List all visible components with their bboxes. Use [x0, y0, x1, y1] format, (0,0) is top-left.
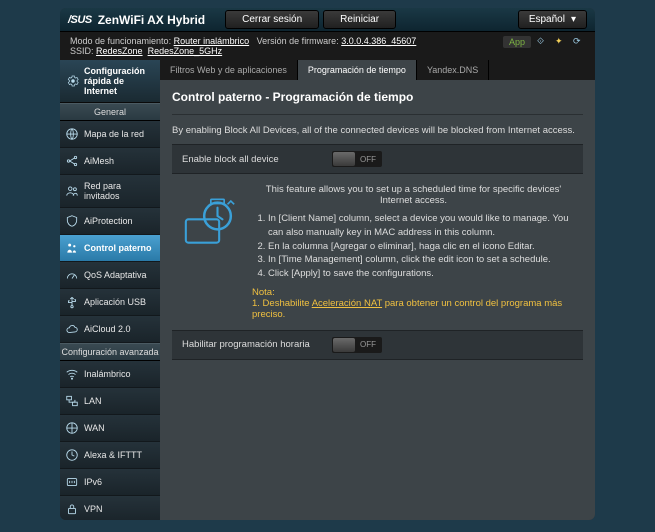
globe-icon	[65, 421, 79, 435]
ssid-label: SSID:	[70, 46, 94, 56]
ssid2[interactable]: RedesZone_5GHz	[148, 46, 223, 56]
wifi-icon	[65, 367, 79, 381]
lan-icon	[65, 394, 79, 408]
nat-accel-link[interactable]: Aceleración NAT	[312, 298, 382, 309]
model-name: ZenWiFi AX Hybrid	[98, 13, 205, 27]
family-icon	[65, 241, 79, 255]
info-bar: Modo de funcionamiento: Router inalámbri…	[60, 32, 595, 60]
tab-webfilters[interactable]: Filtros Web y de aplicaciones	[160, 60, 298, 80]
toggle-state: OFF	[360, 155, 376, 164]
nav-label: AiProtection	[84, 216, 133, 226]
fw-value[interactable]: 3.0.0.4.386_45607	[341, 36, 416, 46]
nav-aicloud[interactable]: AiCloud 2.0	[60, 316, 160, 343]
toggle-state: OFF	[360, 340, 376, 349]
nav-label: Mapa de la red	[84, 129, 144, 139]
tab-yandex[interactable]: Yandex.DNS	[417, 60, 489, 80]
users-icon	[65, 184, 79, 198]
quick-setup-button[interactable]: Configuración rápida de Internet	[60, 60, 160, 103]
nav-parental[interactable]: Control paterno	[60, 235, 160, 262]
toggle-knob	[333, 338, 355, 352]
sidebar: Configuración rápida de Internet General…	[60, 60, 160, 520]
top-bar: /SUS ZenWiFi AX Hybrid Cerrar sesión Rei…	[60, 8, 595, 32]
nav-aiprotection[interactable]: AiProtection	[60, 208, 160, 235]
tabs: Filtros Web y de aplicaciones Programaci…	[160, 60, 595, 80]
feature-box: This feature allows you to set up a sche…	[172, 174, 583, 330]
chevron-down-icon: ▾	[571, 14, 576, 25]
toggle-block-all[interactable]: OFF	[332, 151, 382, 167]
usb-icon[interactable]: ✦	[555, 36, 567, 48]
nav-label: Red para invitados	[84, 181, 155, 201]
row-label: Enable block all device	[182, 154, 332, 165]
brand-logo: /SUS	[68, 14, 92, 26]
page-title: Control paterno - Programación de tiempo	[172, 90, 583, 104]
note-label: Nota:	[252, 287, 275, 298]
fw-label: Versión de firmware:	[257, 36, 339, 46]
reboot-button[interactable]: Reiniciar	[323, 10, 396, 29]
gear-icon	[66, 74, 80, 88]
cloud-icon	[65, 322, 79, 336]
section-advanced: Configuración avanzada	[60, 343, 160, 361]
mode-label: Modo de funcionamiento:	[70, 36, 171, 46]
nav-label: AiMesh	[84, 156, 114, 166]
refresh-icon[interactable]: ⟳	[573, 36, 585, 48]
lock-icon	[65, 502, 79, 516]
gauge-icon	[65, 268, 79, 282]
usb-icon	[65, 295, 79, 309]
nav-label: QoS Adaptativa	[84, 270, 147, 280]
nav-aimesh[interactable]: AiMesh	[60, 148, 160, 175]
link-icon[interactable]: ⟐	[537, 36, 549, 48]
row-enable-schedule: Habilitar programación horaria OFF	[172, 330, 583, 360]
nav-label: IPv6	[84, 477, 102, 487]
toggle-knob	[333, 152, 355, 166]
row-block-all: Enable block all device OFF	[172, 144, 583, 174]
nav-label: WAN	[84, 423, 105, 433]
language-label: Español	[529, 14, 565, 25]
mesh-icon	[65, 154, 79, 168]
nav-label: Inalámbrico	[84, 369, 131, 379]
nav-label: Control paterno	[84, 243, 152, 253]
voice-icon	[65, 448, 79, 462]
nav-wan[interactable]: WAN	[60, 415, 160, 442]
nav-label: AiCloud 2.0	[84, 324, 131, 334]
note-prefix: 1. Deshabilite	[252, 298, 312, 309]
step-3: In [Time Management] column, click the e…	[268, 253, 575, 267]
page-desc: By enabling Block All Devices, all of th…	[172, 125, 583, 136]
note: Nota: 1. Deshabilite Aceleración NAT par…	[252, 287, 575, 320]
nav-ipv6[interactable]: IPv6	[60, 469, 160, 496]
nav-vpn[interactable]: VPN	[60, 496, 160, 520]
steps-list: In [Client Name] column, select a device…	[268, 212, 575, 281]
feature-intro: This feature allows you to set up a sche…	[252, 184, 575, 206]
step-2: En la columna [Agregar o eliminar], haga…	[268, 240, 575, 254]
quick-setup-label: Configuración rápida de Internet	[84, 66, 154, 96]
nav-qos[interactable]: QoS Adaptativa	[60, 262, 160, 289]
toggle-enable-schedule[interactable]: OFF	[332, 337, 382, 353]
nav-label: LAN	[84, 396, 102, 406]
row-label: Habilitar programación horaria	[182, 339, 332, 350]
mode-value[interactable]: Router inalámbrico	[174, 36, 250, 46]
divider	[172, 114, 583, 115]
clock-illustration-icon	[180, 196, 240, 246]
language-select[interactable]: Español ▾	[518, 10, 587, 29]
nav-usb[interactable]: Aplicación USB	[60, 289, 160, 316]
nav-label: Alexa & IFTTT	[84, 450, 142, 460]
globe-icon	[65, 127, 79, 141]
app-badge[interactable]: App	[503, 36, 531, 48]
logout-button[interactable]: Cerrar sesión	[225, 10, 319, 29]
nav-network-map[interactable]: Mapa de la red	[60, 121, 160, 148]
nav-label: Aplicación USB	[84, 297, 146, 307]
nav-wireless[interactable]: Inalámbrico	[60, 361, 160, 388]
nav-alexa[interactable]: Alexa & IFTTT	[60, 442, 160, 469]
main-content: Filtros Web y de aplicaciones Programaci…	[160, 60, 595, 520]
step-4: Click [Apply] to save the configurations…	[268, 267, 575, 281]
step-1: In [Client Name] column, select a device…	[268, 212, 575, 240]
section-general: General	[60, 103, 160, 121]
ssid1[interactable]: RedesZone	[96, 46, 143, 56]
tab-timeschedule[interactable]: Programación de tiempo	[298, 60, 417, 80]
shield-icon	[65, 214, 79, 228]
nav-guest[interactable]: Red para invitados	[60, 175, 160, 208]
nav-label: VPN	[84, 504, 103, 514]
ipv6-icon	[65, 475, 79, 489]
nav-lan[interactable]: LAN	[60, 388, 160, 415]
